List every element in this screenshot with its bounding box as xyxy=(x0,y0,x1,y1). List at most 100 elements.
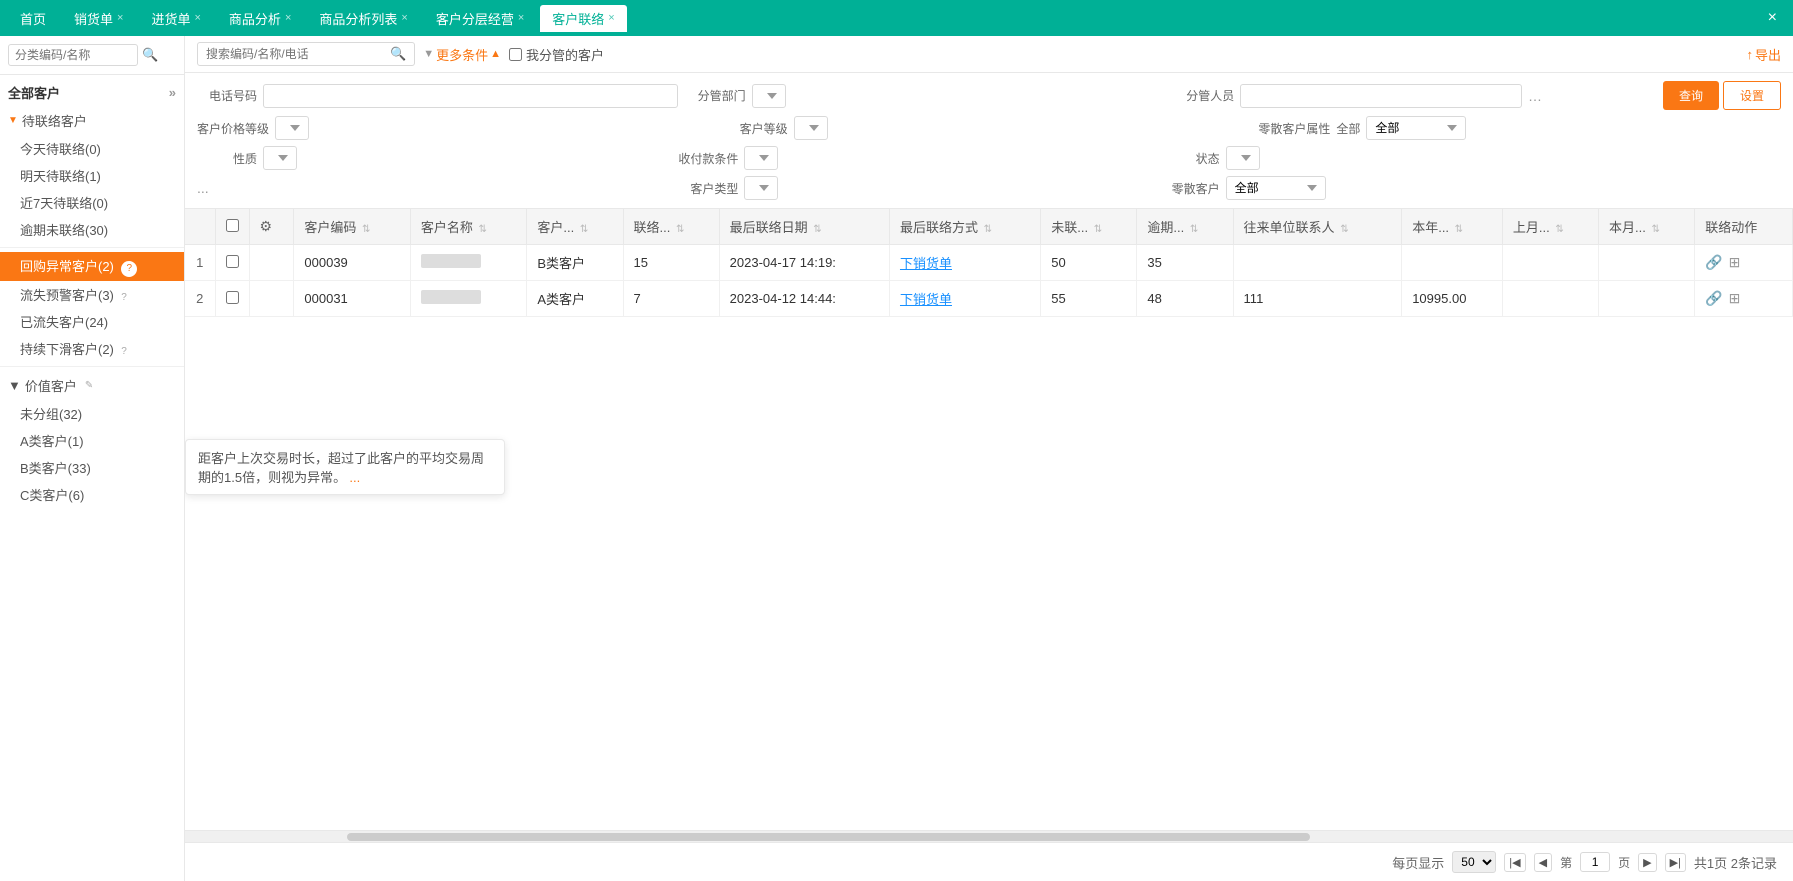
payment-wrap xyxy=(744,146,1151,170)
scroll-thumb[interactable] xyxy=(347,833,1309,841)
my-customers-checkbox[interactable] xyxy=(509,48,522,61)
customer-grade-wrap xyxy=(794,116,1251,140)
sort-thismonth-icon[interactable]: ⇅ xyxy=(1652,224,1660,235)
person-input[interactable] xyxy=(1240,84,1522,108)
sort-type-icon[interactable]: ⇅ xyxy=(580,224,588,235)
filter-bar: 🔍 ▼ 更多条件 ▲ 我分管的客户 ↑ 导出 xyxy=(185,36,1793,73)
sort-lastmonth-icon[interactable]: ⇅ xyxy=(1555,224,1563,235)
row-2-select[interactable] xyxy=(226,291,239,304)
row-1-link-icon[interactable]: 🔗 xyxy=(1705,254,1722,271)
my-customers-checkbox-label[interactable]: 我分管的客户 xyxy=(509,45,604,64)
sidebar-item-anomaly[interactable]: 回购异常客户(2) ? xyxy=(0,252,184,281)
main-search-icon[interactable]: 🔍 xyxy=(390,46,406,62)
sort-code-icon[interactable]: ⇅ xyxy=(362,224,370,235)
table-row: 2 000031 A类客户 7 2023-04-12 14:44: xyxy=(185,281,1793,317)
sort-unitcontact-icon[interactable]: ⇅ xyxy=(1340,224,1348,235)
sort-pending-icon[interactable]: ⇅ xyxy=(1094,224,1102,235)
sort-lastdate-icon[interactable]: ⇅ xyxy=(813,224,821,235)
sidebar-collapse-icon[interactable]: » xyxy=(169,85,176,100)
column-settings-icon[interactable]: ⚙ xyxy=(260,218,273,234)
more-conditions-btn[interactable]: ▼ 更多条件 ▲ xyxy=(423,45,501,64)
continuous-down-info-icon[interactable]: ? xyxy=(121,346,127,357)
close-tab-analysis[interactable]: × xyxy=(285,12,291,24)
select-all-checkbox[interactable] xyxy=(226,219,239,232)
tab-home[interactable]: 首页 xyxy=(8,5,58,32)
next-page-btn[interactable]: ▶ xyxy=(1638,853,1656,872)
tab-analysis[interactable]: 商品分析 × xyxy=(217,5,303,32)
row4-ellipsis[interactable]: ... xyxy=(197,180,209,196)
sort-thisyear-icon[interactable]: ⇅ xyxy=(1455,224,1463,235)
page-number-input[interactable] xyxy=(1580,852,1610,872)
query-button[interactable]: 查询 xyxy=(1663,81,1719,110)
close-tab-purchase[interactable]: × xyxy=(194,12,200,24)
sidebar-item-class-b[interactable]: B类客户(33) xyxy=(0,454,184,481)
first-page-btn[interactable]: |◀ xyxy=(1504,853,1525,872)
row-2-last-way-link[interactable]: 下销货单 xyxy=(900,292,952,307)
anomaly-info-icon[interactable]: ? xyxy=(121,261,137,277)
close-tab-customer-contact[interactable]: × xyxy=(608,12,614,24)
per-page-select[interactable]: 50 xyxy=(1452,851,1496,873)
nature-select[interactable] xyxy=(263,146,297,170)
person-ellipsis[interactable]: … xyxy=(1528,88,1542,104)
sidebar-item-tomorrow[interactable]: 明天待联络(1) xyxy=(0,162,184,189)
sidebar-group-value[interactable]: ▼ 价值客户 ✎ xyxy=(0,371,184,400)
sidebar-all-customers-header[interactable]: 全部客户 » xyxy=(0,75,184,106)
sidebar-search-input[interactable] xyxy=(8,44,138,66)
row-1-select[interactable] xyxy=(226,255,239,268)
close-tab-analysis-list[interactable]: × xyxy=(401,12,407,24)
scatter-attr-label: 零散客户属性 xyxy=(1258,120,1330,137)
sort-name-icon[interactable]: ⇅ xyxy=(479,224,487,235)
main-search-input[interactable] xyxy=(206,47,386,61)
tooltip-ellipsis[interactable]: ... xyxy=(349,470,360,485)
close-tab-sales[interactable]: × xyxy=(117,12,123,24)
prev-page-btn[interactable]: ◀ xyxy=(1534,853,1552,872)
tab-analysis-list[interactable]: 商品分析列表 × xyxy=(307,5,419,32)
row-2-this-month xyxy=(1599,281,1695,317)
row-2-link-icon[interactable]: 🔗 xyxy=(1705,290,1722,307)
customer-grade-select[interactable] xyxy=(794,116,828,140)
pagination-bar: 每页显示 50 |◀ ◀ 第 页 ▶ ▶| 共1页 2条记录 xyxy=(185,842,1793,881)
row-1-grid-icon[interactable]: ⊞ xyxy=(1729,254,1741,271)
close-tab-customer-tier[interactable]: × xyxy=(518,12,524,24)
horizontal-scrollbar[interactable] xyxy=(185,830,1793,842)
sidebar-search-icon[interactable]: 🔍 xyxy=(142,47,158,63)
export-btn[interactable]: ↑ 导出 xyxy=(1746,45,1781,64)
tab-customer-tier[interactable]: 客户分层经营 × xyxy=(424,5,536,32)
sidebar-item-7days[interactable]: 近7天待联络(0) xyxy=(0,189,184,216)
sidebar-group-pending[interactable]: ▼ 待联络客户 xyxy=(0,106,184,135)
dept-select[interactable] xyxy=(752,84,786,108)
col-seq xyxy=(185,209,215,245)
customer-type-select[interactable] xyxy=(744,176,778,200)
customer-table-container[interactable]: ⚙ 客户编码 ⇅ 客户名称 ⇅ 客户... ⇅ xyxy=(185,209,1793,830)
tab-customer-contact[interactable]: 客户联络 × xyxy=(540,5,626,32)
sidebar-item-continuous-down[interactable]: 持续下滑客户(2) ? xyxy=(0,335,184,362)
price-grade-select[interactable] xyxy=(275,116,309,140)
status-select[interactable] xyxy=(1226,146,1260,170)
sidebar-item-class-a[interactable]: A类客户(1) xyxy=(0,427,184,454)
value-edit-icon[interactable]: ✎ xyxy=(85,380,93,391)
sidebar-item-overdue[interactable]: 逾期未联络(30) xyxy=(0,216,184,243)
arrow-icon-pending: ▼ xyxy=(8,115,18,126)
sidebar-item-lost-pending[interactable]: 流失预警客户(3) ? xyxy=(0,281,184,308)
payment-select[interactable] xyxy=(744,146,778,170)
scatter-attr-select[interactable]: 全部 xyxy=(1366,116,1466,140)
sidebar-item-unclassified[interactable]: 未分组(32) xyxy=(0,400,184,427)
close-all-tabs[interactable]: × xyxy=(1760,9,1785,27)
lost-pending-info-icon[interactable]: ? xyxy=(121,292,127,303)
tab-sales[interactable]: 销货单 × xyxy=(62,5,135,32)
content-area: 🔍 ▼ 更多条件 ▲ 我分管的客户 ↑ 导出 电话号码 xyxy=(185,36,1793,881)
sort-overdue-icon[interactable]: ⇅ xyxy=(1190,224,1198,235)
per-page-label: 每页显示 xyxy=(1392,853,1444,872)
row-1-last-way-link[interactable]: 下销货单 xyxy=(900,256,952,271)
sidebar-item-class-c[interactable]: C类客户(6) xyxy=(0,481,184,508)
sort-contact-icon[interactable]: ⇅ xyxy=(676,224,684,235)
sidebar-item-today[interactable]: 今天待联络(0) xyxy=(0,135,184,162)
scatter-customer-select[interactable]: 全部 xyxy=(1226,176,1326,200)
row-2-grid-icon[interactable]: ⊞ xyxy=(1729,290,1741,307)
phone-input[interactable] xyxy=(263,84,678,108)
setting-button[interactable]: 设置 xyxy=(1723,81,1781,110)
sort-lastway-icon[interactable]: ⇅ xyxy=(984,224,992,235)
tab-purchase[interactable]: 进货单 × xyxy=(139,5,212,32)
last-page-btn[interactable]: ▶| xyxy=(1665,853,1686,872)
sidebar-item-already-lost[interactable]: 已流失客户(24) xyxy=(0,308,184,335)
